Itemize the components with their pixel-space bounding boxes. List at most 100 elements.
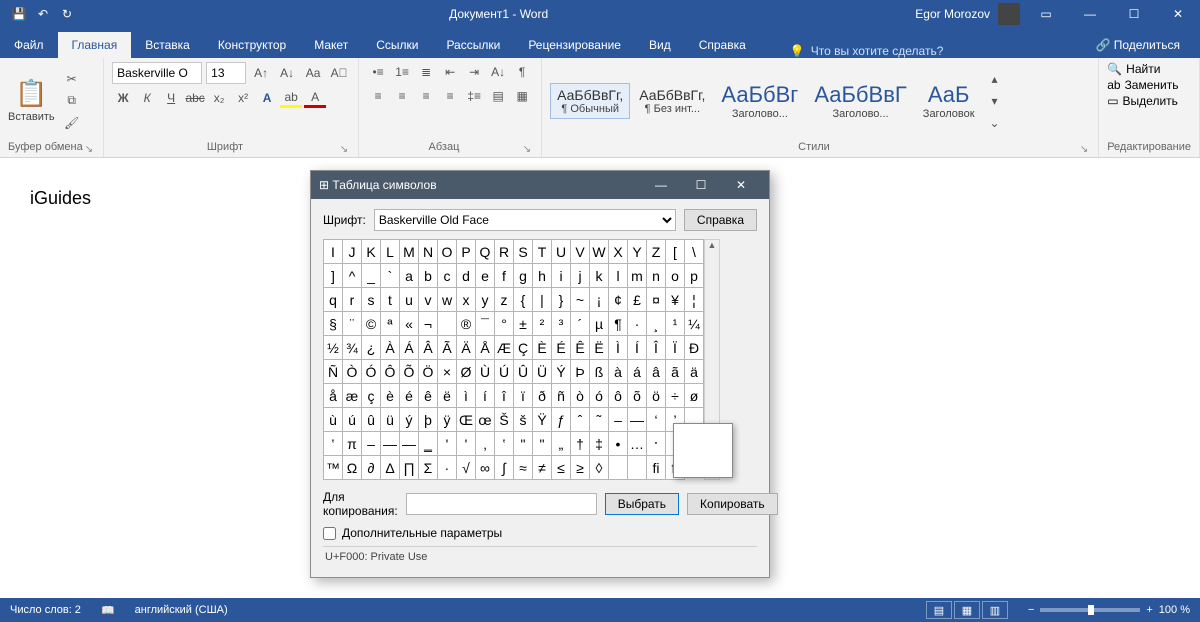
status-language[interactable]: английский (США): [135, 604, 228, 616]
char-cell[interactable]: S: [514, 240, 533, 264]
char-cell[interactable]: •: [609, 432, 628, 456]
char-cell[interactable]: p: [685, 264, 704, 288]
char-cell[interactable]: ë: [438, 384, 457, 408]
char-cell[interactable]: þ: [419, 408, 438, 432]
char-cell[interactable]: u: [400, 288, 419, 312]
char-cell[interactable]: ≥: [571, 456, 590, 480]
tab-view[interactable]: Вид: [635, 32, 685, 58]
show-marks-icon[interactable]: ¶: [511, 62, 533, 82]
select-button[interactable]: ▭Выделить: [1107, 94, 1178, 108]
char-cell[interactable]: ä: [685, 360, 704, 384]
save-icon[interactable]: 💾: [10, 5, 28, 23]
char-cell[interactable]: ¾: [343, 336, 362, 360]
char-cell[interactable]: Ð: [685, 336, 704, 360]
undo-icon[interactable]: ↶: [34, 5, 52, 23]
char-cell[interactable]: Σ: [419, 456, 438, 480]
scroll-up-icon[interactable]: ▲: [708, 240, 717, 250]
char-cell[interactable]: —: [628, 408, 647, 432]
char-cell[interactable]: Ï: [666, 336, 685, 360]
char-cell[interactable]: Ω: [343, 456, 362, 480]
font-size-combo[interactable]: [206, 62, 246, 84]
char-cell[interactable]: ï: [514, 384, 533, 408]
replace-button[interactable]: abЗаменить: [1107, 78, 1178, 92]
char-cell[interactable]: ÿ: [438, 408, 457, 432]
align-left-icon[interactable]: ≡: [367, 86, 389, 106]
char-cell[interactable]: ¼: [685, 312, 704, 336]
char-cell[interactable]: ¹: [666, 312, 685, 336]
char-cell[interactable]: ‛: [495, 432, 514, 456]
char-cell[interactable]: ◊: [590, 456, 609, 480]
minimize-icon[interactable]: —: [1068, 0, 1112, 28]
char-cell[interactable]: |: [533, 288, 552, 312]
char-cell[interactable]: †: [571, 432, 590, 456]
char-cell[interactable]: å: [324, 384, 343, 408]
italic-button[interactable]: К: [136, 88, 158, 108]
char-cell[interactable]: ]: [324, 264, 343, 288]
char-cell[interactable]: w: [438, 288, 457, 312]
char-cell[interactable]: ç: [362, 384, 381, 408]
char-cell[interactable]: ': [457, 432, 476, 456]
char-cell[interactable]: ": [514, 432, 533, 456]
char-cell[interactable]: Ü: [533, 360, 552, 384]
tab-review[interactable]: Рецензирование: [514, 32, 635, 58]
char-cell[interactable]: Ë: [590, 336, 609, 360]
char-cell[interactable]: ¢: [609, 288, 628, 312]
tab-design[interactable]: Конструктор: [204, 32, 300, 58]
char-cell[interactable]: ¬: [419, 312, 438, 336]
char-cell[interactable]: Δ: [381, 456, 400, 480]
bullets-icon[interactable]: •≡: [367, 62, 389, 82]
char-cell[interactable]: ‧: [647, 432, 666, 456]
char-cell[interactable]: X: [609, 240, 628, 264]
sort-icon[interactable]: A↓: [487, 62, 509, 82]
char-cell[interactable]: ü: [381, 408, 400, 432]
char-cell[interactable]: ™: [324, 456, 343, 480]
char-cell[interactable]: I: [324, 240, 343, 264]
char-cell[interactable]: o: [666, 264, 685, 288]
clipboard-launcher-icon[interactable]: ↘: [83, 144, 95, 155]
char-cell[interactable]: ≈: [514, 456, 533, 480]
styles-more-icon[interactable]: ▴▾⌄: [984, 69, 1006, 133]
style-item-4[interactable]: АаБЗаголовок: [916, 78, 982, 124]
char-cell[interactable]: ¶: [609, 312, 628, 336]
char-cell[interactable]: n: [647, 264, 666, 288]
decrease-indent-icon[interactable]: ⇤: [439, 62, 461, 82]
char-cell[interactable]: ð: [533, 384, 552, 408]
char-cell[interactable]: Ö: [419, 360, 438, 384]
style-item-0[interactable]: АаБбВвГг,¶ Обычный: [550, 83, 630, 119]
style-item-1[interactable]: АаБбВвГг,¶ Без инт...: [632, 83, 712, 119]
view-print-icon[interactable]: ▦: [954, 601, 980, 619]
char-cell[interactable]: k: [590, 264, 609, 288]
char-cell[interactable]: ‡: [590, 432, 609, 456]
char-cell[interactable]: ©: [362, 312, 381, 336]
char-cell[interactable]: T: [533, 240, 552, 264]
char-cell[interactable]: ^: [343, 264, 362, 288]
char-cell[interactable]: «: [400, 312, 419, 336]
char-cell[interactable]: ø: [685, 384, 704, 408]
borders-icon[interactable]: ▦: [511, 86, 533, 106]
grow-font-icon[interactable]: A↑: [250, 63, 272, 83]
char-cell[interactable]: Æ: [495, 336, 514, 360]
maximize-icon[interactable]: ☐: [1112, 0, 1156, 28]
char-cell[interactable]: É: [552, 336, 571, 360]
redo-icon[interactable]: ↻: [58, 5, 76, 23]
char-cell[interactable]: q: [324, 288, 343, 312]
char-cell[interactable]: O: [438, 240, 457, 264]
char-cell[interactable]: Â: [419, 336, 438, 360]
superscript-button[interactable]: x²: [232, 88, 254, 108]
char-cell[interactable]: [628, 456, 647, 480]
char-cell[interactable]: fi: [647, 456, 666, 480]
change-case-icon[interactable]: Aa: [302, 63, 324, 83]
charmap-select-button[interactable]: Выбрать: [605, 493, 679, 515]
share-button[interactable]: 🔗 Поделиться: [1075, 32, 1200, 58]
tab-help[interactable]: Справка: [685, 32, 760, 58]
char-cell[interactable]: ô: [609, 384, 628, 408]
char-cell[interactable]: ê: [419, 384, 438, 408]
char-cell[interactable]: î: [495, 384, 514, 408]
char-cell[interactable]: ≤: [552, 456, 571, 480]
numbering-icon[interactable]: 1≡: [391, 62, 413, 82]
char-cell[interactable]: Ã: [438, 336, 457, 360]
char-cell[interactable]: –: [609, 408, 628, 432]
char-cell[interactable]: °: [495, 312, 514, 336]
char-cell[interactable]: ­: [438, 312, 457, 336]
char-cell[interactable]: „: [552, 432, 571, 456]
